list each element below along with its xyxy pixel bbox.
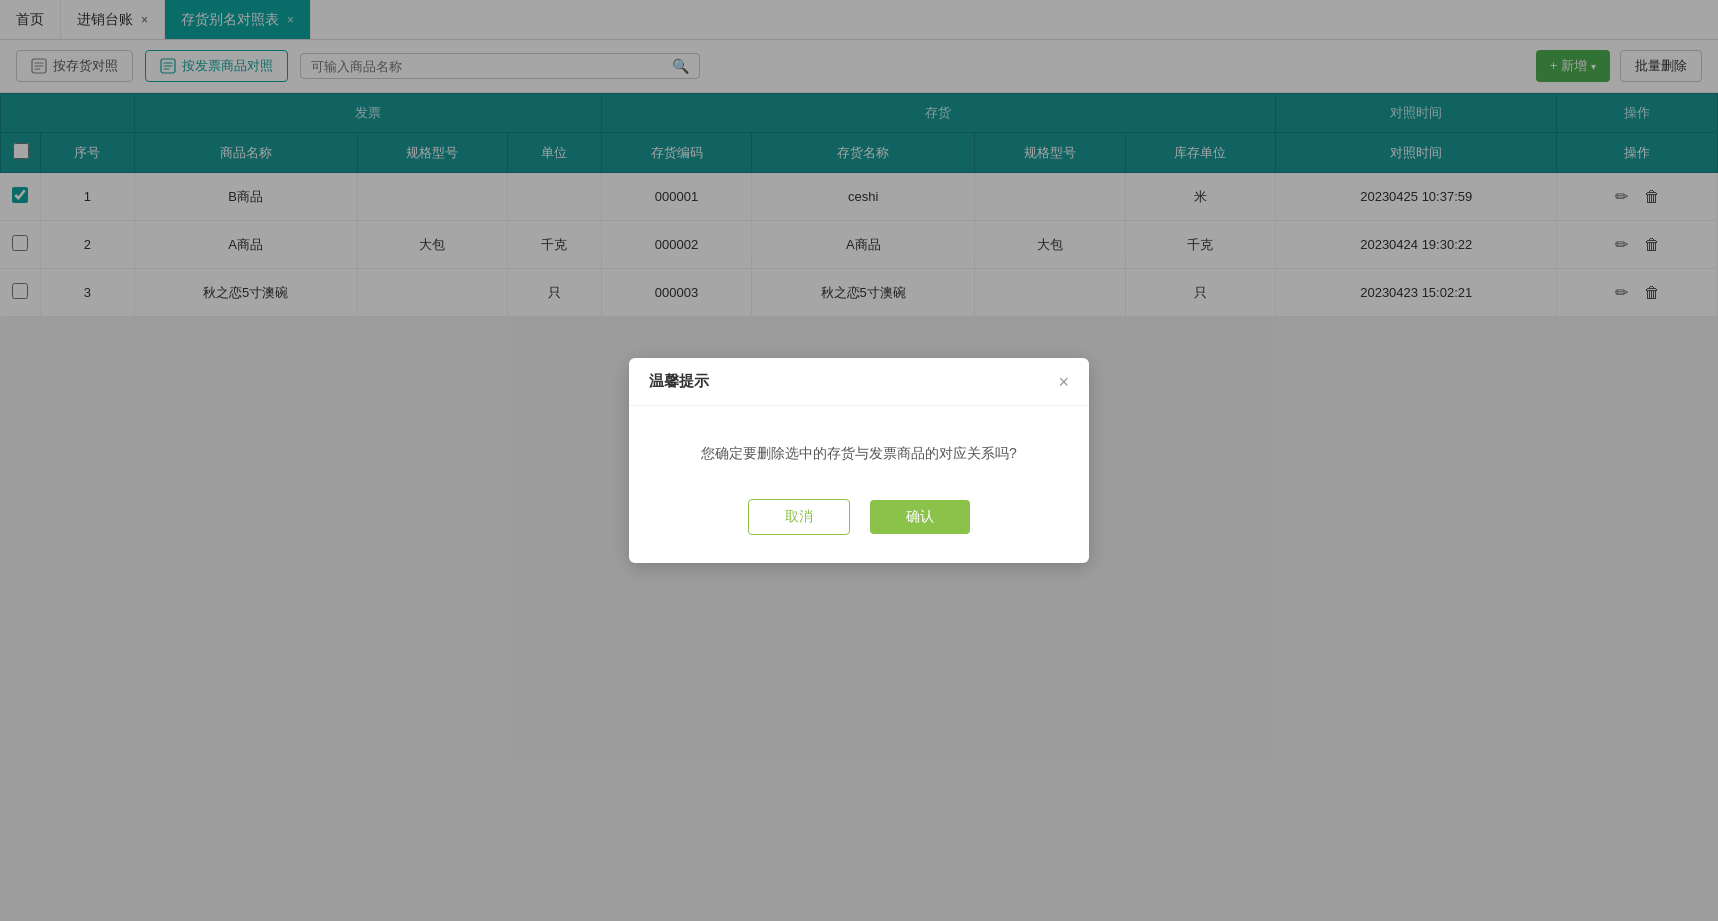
dialog-overlay: 温馨提示 × 您确定要删除选中的存货与发票商品的对应关系吗? 取消 确认 bbox=[0, 0, 1718, 317]
